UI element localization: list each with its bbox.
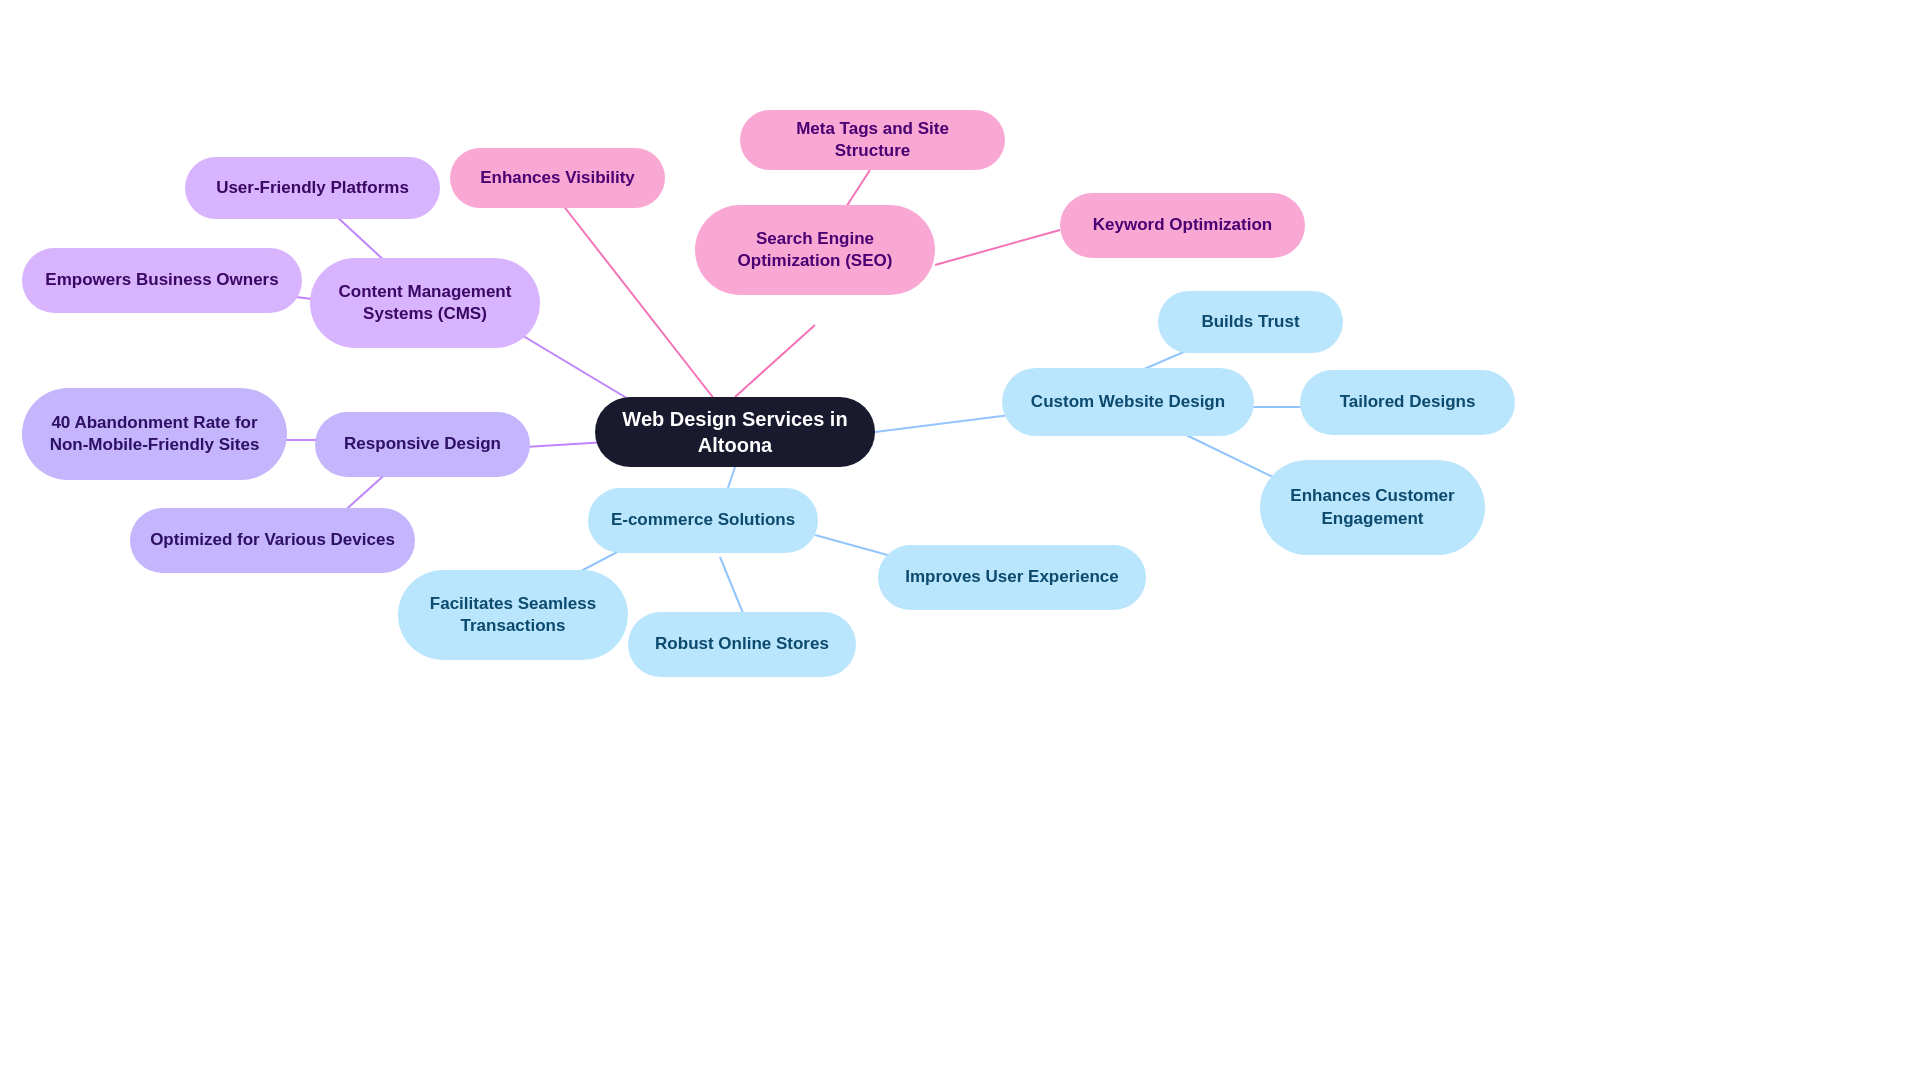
seo-node: Search Engine Optimization (SEO) [695,205,935,295]
optimized-node: Optimized for Various Devices [130,508,415,573]
improves-ux-node: Improves User Experience [878,545,1146,610]
meta-tags-node: Meta Tags and Site Structure [740,110,1005,170]
svg-line-3 [555,195,715,400]
abandonment-node: 40 Abandonment Rate for Non-Mobile-Frien… [22,388,287,480]
empowers-node: Empowers Business Owners [22,248,302,313]
builds-trust-node: Builds Trust [1158,291,1343,353]
user-friendly-node: User-Friendly Platforms [185,157,440,219]
center-node: Web Design Services in Altoona [595,397,875,467]
facilitates-node: Facilitates Seamless Transactions [398,570,628,660]
svg-line-0 [735,325,815,397]
cms-node: Content Management Systems (CMS) [310,258,540,348]
ecommerce-node: E-commerce Solutions [588,488,818,553]
robust-stores-node: Robust Online Stores [628,612,856,677]
svg-line-12 [720,557,745,618]
tailored-designs-node: Tailored Designs [1300,370,1515,435]
keyword-opt-node: Keyword Optimization [1060,193,1305,258]
enhances-visibility-node: Enhances Visibility [450,148,665,208]
svg-line-2 [935,230,1060,265]
enhances-customer-node: Enhances Customer Engagement [1260,460,1485,555]
custom-website-node: Custom Website Design [1002,368,1254,436]
responsive-design-node: Responsive Design [315,412,530,477]
